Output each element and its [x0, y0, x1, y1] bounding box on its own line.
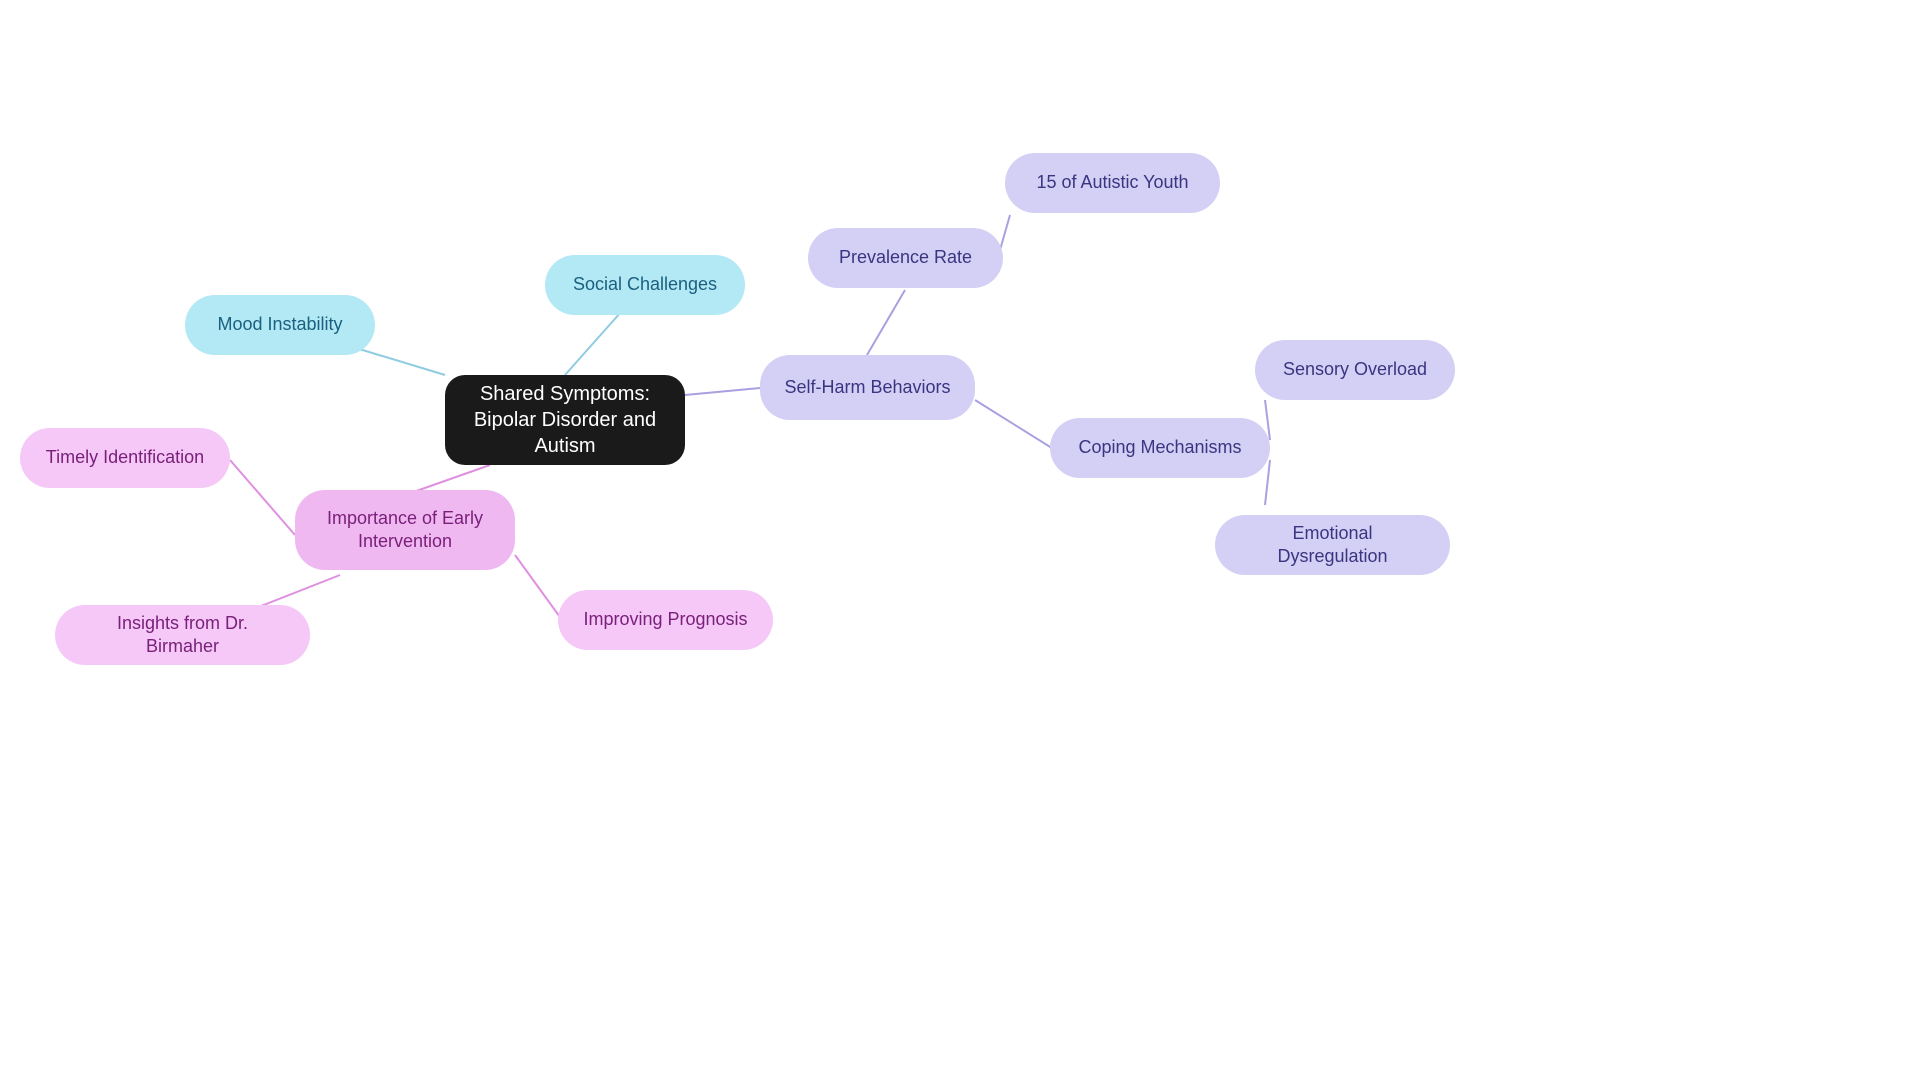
sensory-overload-node[interactable]: Sensory Overload — [1255, 340, 1455, 400]
timely-identification-node[interactable]: Timely Identification — [20, 428, 230, 488]
emotional-dysregulation-label: Emotional Dysregulation — [1239, 522, 1426, 569]
insights-node[interactable]: Insights from Dr. Birmaher — [55, 605, 310, 665]
coping-mechanisms-node[interactable]: Coping Mechanisms — [1050, 418, 1270, 478]
emotional-dysregulation-node[interactable]: Emotional Dysregulation — [1215, 515, 1450, 575]
improving-prognosis-node[interactable]: Improving Prognosis — [558, 590, 773, 650]
importance-early-intervention-label: Importance of Early Intervention — [319, 507, 491, 554]
prevalence-rate-label: Prevalence Rate — [839, 246, 972, 269]
self-harm-behaviors-label: Self-Harm Behaviors — [784, 376, 950, 399]
center-node[interactable]: Shared Symptoms: Bipolar Disorder and Au… — [445, 375, 685, 465]
autistic-youth-node[interactable]: 15 of Autistic Youth — [1005, 153, 1220, 213]
timely-identification-label: Timely Identification — [46, 446, 204, 469]
insights-label: Insights from Dr. Birmaher — [79, 612, 286, 659]
mood-instability-label: Mood Instability — [217, 313, 342, 336]
prevalence-rate-node[interactable]: Prevalence Rate — [808, 228, 1003, 288]
social-challenges-label: Social Challenges — [573, 273, 717, 296]
social-challenges-node[interactable]: Social Challenges — [545, 255, 745, 315]
mood-instability-node[interactable]: Mood Instability — [185, 295, 375, 355]
center-label: Shared Symptoms: Bipolar Disorder and Au… — [469, 381, 661, 459]
coping-mechanisms-label: Coping Mechanisms — [1078, 436, 1241, 459]
autistic-youth-label: 15 of Autistic Youth — [1036, 171, 1188, 194]
importance-early-intervention-node[interactable]: Importance of Early Intervention — [295, 490, 515, 570]
improving-prognosis-label: Improving Prognosis — [583, 608, 747, 631]
sensory-overload-label: Sensory Overload — [1283, 358, 1427, 381]
self-harm-behaviors-node[interactable]: Self-Harm Behaviors — [760, 355, 975, 420]
